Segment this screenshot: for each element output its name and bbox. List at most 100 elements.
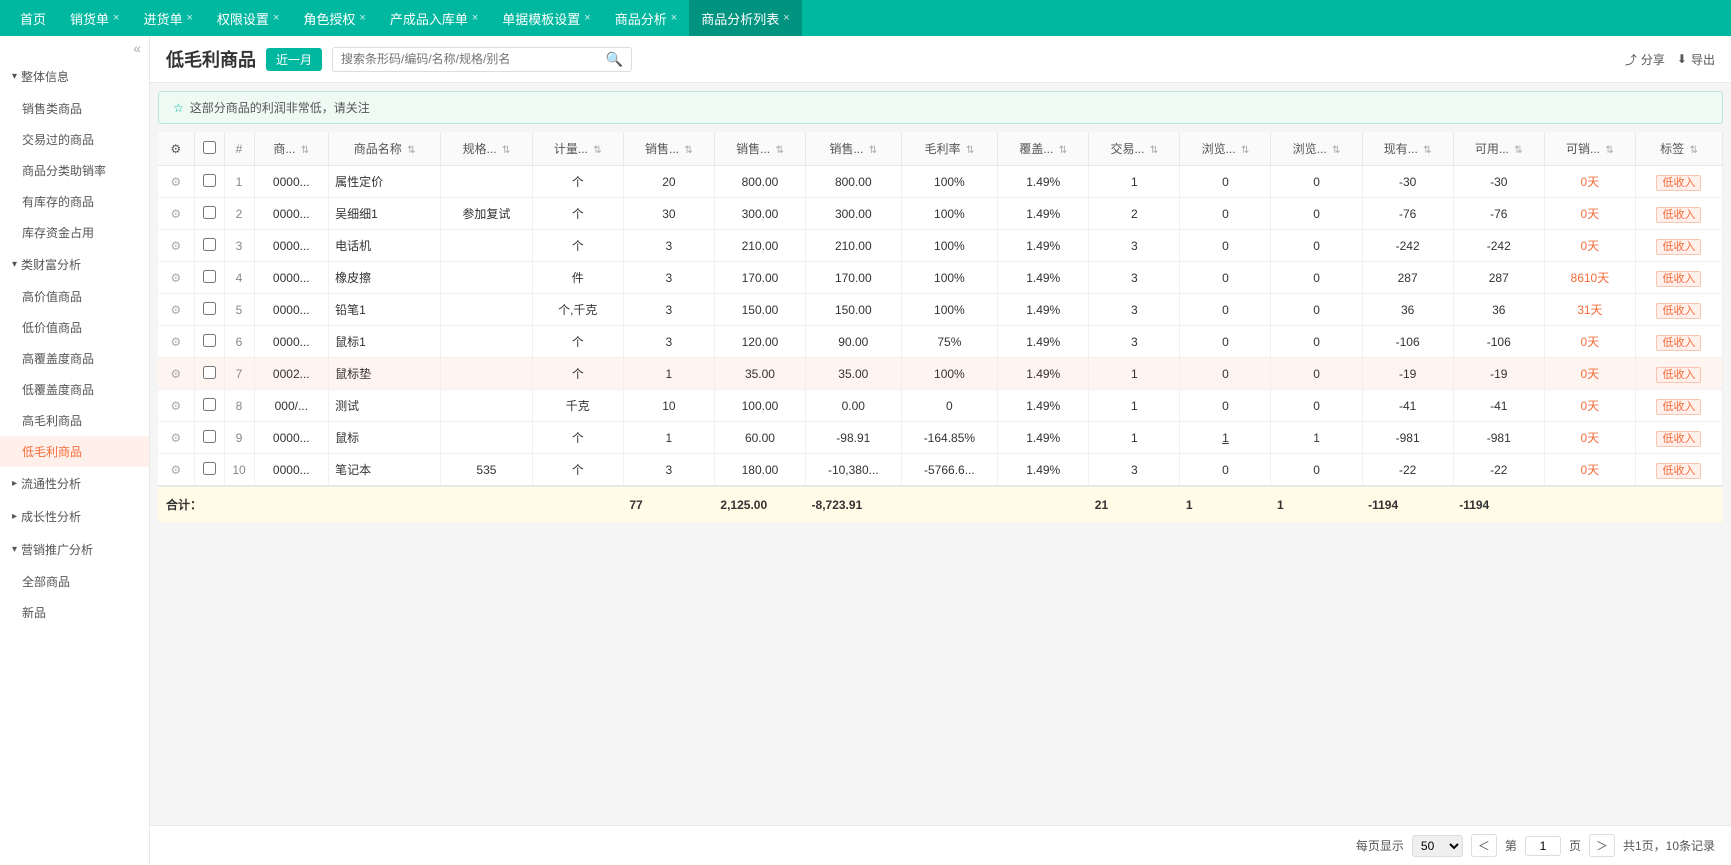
row-checkbox[interactable] [203, 366, 216, 379]
col-gross-rate[interactable]: 毛利率 ⇅ [901, 132, 998, 166]
col-code[interactable]: 商... ⇅ [254, 132, 329, 166]
select-all-checkbox[interactable] [203, 141, 216, 154]
settings-cell[interactable]: ⚙ [158, 294, 194, 326]
time-filter-button[interactable]: 近一月 [266, 48, 322, 71]
row-checkbox[interactable] [203, 430, 216, 443]
sidebar-item-stocked-products[interactable]: 有库存的商品 [0, 186, 149, 217]
checkbox-cell[interactable] [194, 358, 224, 390]
col-available-stock[interactable]: 可用... ⇅ [1453, 132, 1544, 166]
nav-item-role-auth[interactable]: 角色授权 × [291, 0, 377, 36]
row-checkbox[interactable] [203, 238, 216, 251]
col-checkbox[interactable] [194, 132, 224, 166]
settings-cell[interactable]: ⚙ [158, 454, 194, 487]
row-checkbox[interactable] [203, 302, 216, 315]
checkbox-cell[interactable] [194, 198, 224, 230]
next-page-button[interactable]: ＞ [1589, 834, 1615, 857]
sidebar-group-circulation[interactable]: ▸ 流通性分析 [0, 467, 149, 500]
col-browse1[interactable]: 浏览... ⇅ [1180, 132, 1271, 166]
row-checkbox[interactable] [203, 462, 216, 475]
share-button[interactable]: ⤴ 分享 [1625, 51, 1665, 68]
checkbox-cell[interactable] [194, 166, 224, 198]
row-checkbox[interactable] [203, 206, 216, 219]
settings-cell[interactable]: ⚙ [158, 198, 194, 230]
checkbox-cell[interactable] [194, 326, 224, 358]
sidebar-item-sales-products[interactable]: 销售类商品 [0, 93, 149, 124]
close-icon[interactable]: × [584, 12, 590, 24]
settings-cell[interactable]: ⚙ [158, 422, 194, 454]
search-icon[interactable]: 🔍 [606, 51, 623, 68]
sidebar-item-high-coverage[interactable]: 高覆盖度商品 [0, 343, 149, 374]
nav-item-product-analysis[interactable]: 商品分析 × [603, 0, 689, 36]
nav-item-permissions[interactable]: 权限设置 × [205, 0, 291, 36]
col-sales-qty[interactable]: 销售... ⇅ [623, 132, 714, 166]
sidebar-item-traded-products[interactable]: 交易过的商品 [0, 124, 149, 155]
close-icon[interactable]: × [671, 12, 677, 24]
checkbox-cell[interactable] [194, 454, 224, 487]
page-size-select[interactable]: 50 100 [1412, 835, 1463, 857]
sidebar-item-low-value[interactable]: 低价值商品 [0, 312, 149, 343]
sidebar-item-category-rate[interactable]: 商品分类助销率 [0, 155, 149, 186]
col-sales-price[interactable]: 销售... ⇅ [714, 132, 805, 166]
settings-cell[interactable]: ⚙ [158, 390, 194, 422]
row-saleable-stock: 0天 [1544, 230, 1635, 262]
nav-item-sales[interactable]: 销货单 × [58, 0, 131, 36]
row-checkbox[interactable] [203, 398, 216, 411]
sidebar-item-high-value[interactable]: 高价值商品 [0, 281, 149, 312]
row-browse1[interactable]: 1 [1180, 422, 1271, 454]
sidebar-group-overall[interactable]: ▾ 整体信息 [0, 60, 149, 93]
sidebar-group-marketing[interactable]: ▾ 营销推广分析 [0, 533, 149, 566]
page-number-input[interactable] [1525, 836, 1561, 856]
col-browse2[interactable]: 浏览... ⇅ [1271, 132, 1362, 166]
nav-item-template-settings[interactable]: 单据模板设置 × [490, 0, 602, 36]
settings-cell[interactable]: ⚙ [158, 326, 194, 358]
sidebar-item-low-margin[interactable]: 低毛利商品 [0, 436, 149, 467]
col-settings[interactable]: ⚙ [158, 132, 194, 166]
col-cover-rate[interactable]: 覆盖... ⇅ [998, 132, 1089, 166]
row-trade: 3 [1089, 230, 1180, 262]
checkbox-cell[interactable] [194, 294, 224, 326]
row-cover-rate: 1.49% [998, 198, 1089, 230]
row-code: 000/... [254, 390, 329, 422]
close-icon[interactable]: × [273, 12, 279, 24]
export-button[interactable]: ⬇ 导出 [1677, 51, 1715, 68]
nav-item-home[interactable]: 首页 [8, 0, 58, 36]
col-spec[interactable]: 规格... ⇅ [441, 132, 533, 166]
settings-cell[interactable]: ⚙ [158, 358, 194, 390]
row-spec: 参加复试 [441, 198, 533, 230]
prev-page-button[interactable]: ＜ [1471, 834, 1497, 857]
col-name[interactable]: 商品名称 ⇅ [329, 132, 441, 166]
col-unit[interactable]: 计量... ⇅ [532, 132, 623, 166]
close-icon[interactable]: × [472, 12, 478, 24]
col-sales-amount[interactable]: 销售... ⇅ [806, 132, 902, 166]
nav-item-product-entry[interactable]: 产成品入库单 × [378, 0, 490, 36]
close-icon[interactable]: × [359, 12, 365, 24]
close-icon[interactable]: × [783, 12, 789, 24]
sidebar-item-all-products[interactable]: 全部商品 [0, 566, 149, 597]
row-checkbox[interactable] [203, 270, 216, 283]
sidebar-group-growth[interactable]: ▸ 成长性分析 [0, 500, 149, 533]
sidebar-group-wealth[interactable]: ▾ 类财富分析 [0, 248, 149, 281]
settings-cell[interactable]: ⚙ [158, 230, 194, 262]
col-tag[interactable]: 标签 ⇅ [1635, 132, 1722, 166]
settings-cell[interactable]: ⚙ [158, 166, 194, 198]
checkbox-cell[interactable] [194, 262, 224, 294]
col-saleable-stock[interactable]: 可销... ⇅ [1544, 132, 1635, 166]
close-icon[interactable]: × [113, 12, 119, 24]
row-checkbox[interactable] [203, 174, 216, 187]
sidebar-item-stock-capital[interactable]: 库存资金占用 [0, 217, 149, 248]
search-input[interactable] [341, 52, 606, 66]
checkbox-cell[interactable] [194, 422, 224, 454]
sidebar-item-low-coverage[interactable]: 低覆盖度商品 [0, 374, 149, 405]
checkbox-cell[interactable] [194, 390, 224, 422]
nav-item-product-analysis-list[interactable]: 商品分析列表 × [689, 0, 801, 36]
sidebar-collapse-button[interactable]: « [0, 36, 149, 60]
settings-cell[interactable]: ⚙ [158, 262, 194, 294]
col-current-stock[interactable]: 现有... ⇅ [1362, 132, 1453, 166]
checkbox-cell[interactable] [194, 230, 224, 262]
nav-item-purchase[interactable]: 进货单 × [131, 0, 204, 36]
close-icon[interactable]: × [186, 12, 192, 24]
sidebar-item-new-products[interactable]: 新品 [0, 597, 149, 628]
col-trade[interactable]: 交易... ⇅ [1089, 132, 1180, 166]
row-checkbox[interactable] [203, 334, 216, 347]
sidebar-item-high-margin[interactable]: 高毛利商品 [0, 405, 149, 436]
